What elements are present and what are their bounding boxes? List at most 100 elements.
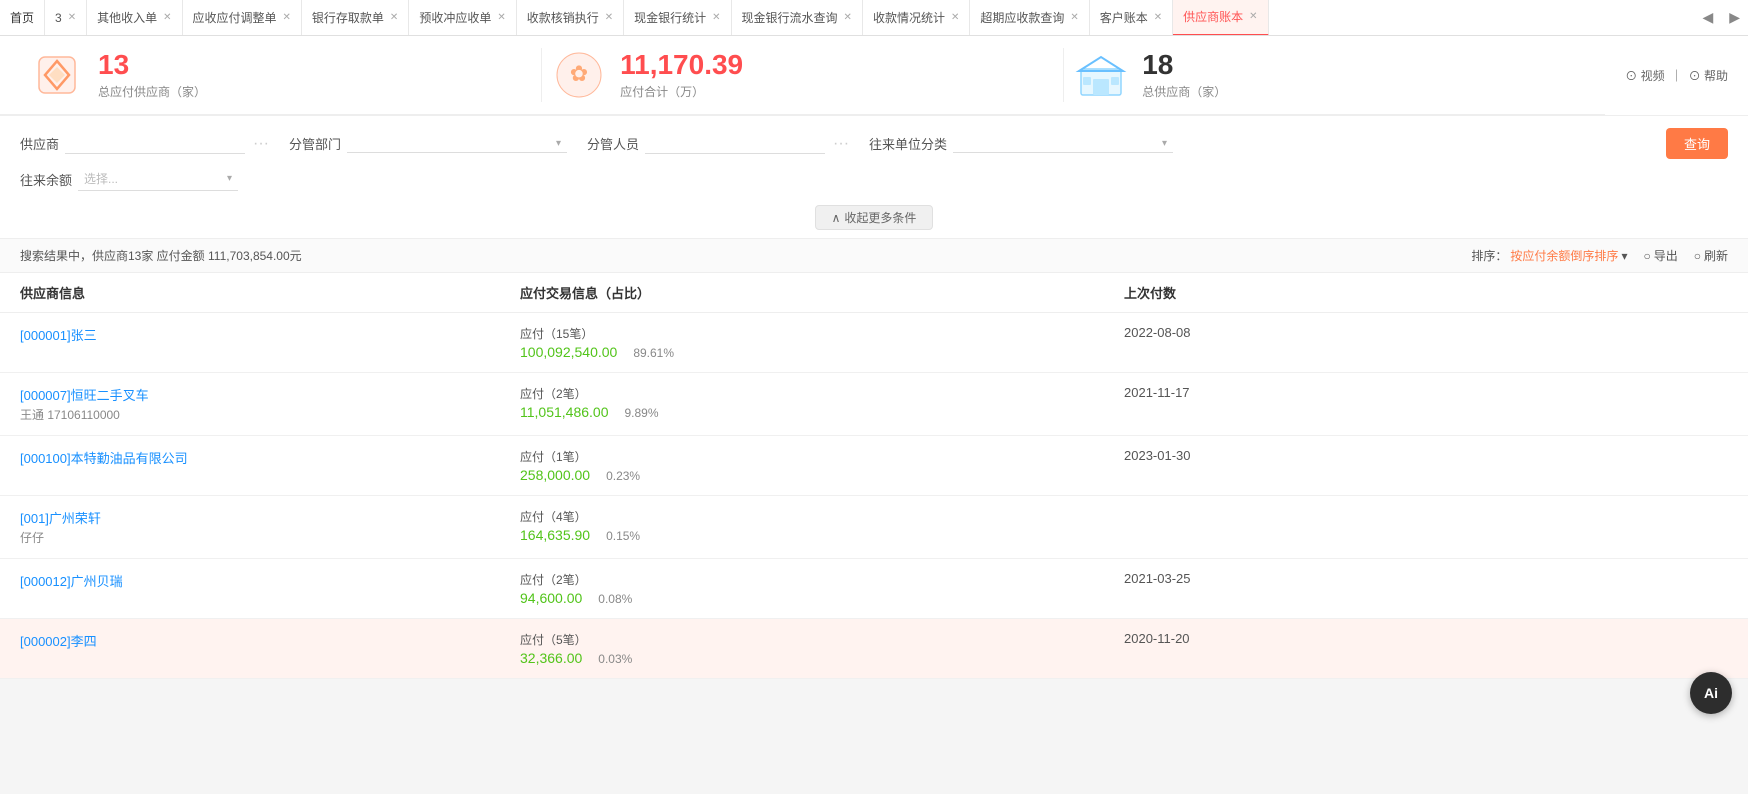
export-label: 导出: [1654, 247, 1678, 264]
collapse-label: 收起更多条件: [844, 209, 916, 226]
tx-label-000100: 应付（1笔）: [520, 448, 1124, 465]
balance-value: 选择...: [84, 170, 118, 187]
nav-tab-cash-stat[interactable]: 现金银行统计 ✕: [624, 0, 731, 36]
table-row: [000007]恒旺二手叉车 王通 17106110000 应付（2笔） 11,…: [0, 373, 1748, 436]
collapse-row: ∧ 收起更多条件: [20, 199, 1728, 230]
bank-label: 银行存取款单: [312, 9, 384, 26]
receive-stat-label: 收款情况统计: [873, 9, 945, 26]
sort-prefix: 排序：: [1471, 247, 1507, 264]
close-icon[interactable]: ✕: [1249, 11, 1257, 22]
stat-payable-suppliers-info: 13 总应付供应商（家）: [98, 50, 206, 100]
nav-tab-bank[interactable]: 银行存取款单 ✕: [302, 0, 409, 36]
tx-pct-000012: 0.08%: [598, 592, 632, 606]
dept-select[interactable]: ▾: [347, 135, 567, 153]
video-link[interactable]: ⊙ 视频: [1625, 67, 1664, 84]
refresh-icon: ○: [1694, 249, 1701, 263]
close-icon[interactable]: ✕: [68, 12, 76, 23]
supplier-info-000002: [000002]李四: [20, 631, 520, 650]
close-icon[interactable]: ✕: [390, 12, 398, 23]
tx-amount-000007: 11,051,486.00: [520, 404, 609, 420]
supplier-info-000012: [000012]广州贝瑞: [20, 571, 520, 590]
tx-label-000007: 应付（2笔）: [520, 385, 1124, 402]
close-icon[interactable]: ✕: [163, 12, 171, 23]
nav-tab-pre-receive[interactable]: 预收冲应收单 ✕: [409, 0, 516, 36]
supplier-name-000002: [000002]李四: [20, 631, 520, 650]
sort-arrow-icon[interactable]: ▾: [1621, 249, 1627, 263]
tab3-label: 3: [55, 11, 62, 25]
close-icon[interactable]: ✕: [283, 12, 291, 23]
nav-tab-3[interactable]: 3 ✕: [45, 0, 87, 36]
tx-label-000002: 应付（5笔）: [520, 631, 1124, 648]
supplier-link-000100[interactable]: [000100]本特勤油品有限公司: [20, 451, 188, 466]
close-icon[interactable]: ✕: [497, 12, 505, 23]
customer-ledger-label: 客户账本: [1100, 9, 1148, 26]
tx-label-000001: 应付（15笔）: [520, 325, 1124, 342]
supplier-link-000001[interactable]: [000001]张三: [20, 328, 97, 343]
nav-prev-arrow[interactable]: ◀: [1694, 9, 1721, 26]
balance-field: 往来余额 选择... ▾: [20, 167, 238, 191]
category-field: 往来单位分类 ▾: [869, 134, 1173, 153]
tx-row-000100: 258,000.00 0.23%: [520, 467, 1124, 483]
close-icon[interactable]: ✕: [1070, 12, 1078, 23]
person-input[interactable]: [645, 133, 825, 154]
collapse-up-icon: ∧: [832, 211, 841, 225]
balance-select[interactable]: 选择... ▾: [78, 167, 238, 191]
supplier-dots-icon[interactable]: ···: [253, 135, 269, 153]
refresh-button[interactable]: ○ 刷新: [1694, 247, 1728, 264]
supplier-link-001[interactable]: [001]广州荣轩: [20, 511, 101, 526]
tx-row-001: 164,635.90 0.15%: [520, 527, 1124, 543]
close-icon[interactable]: ✕: [844, 12, 852, 23]
search-button[interactable]: 查询: [1666, 128, 1728, 159]
tx-row-000012: 94,600.00 0.08%: [520, 590, 1124, 606]
supplier-link-000007[interactable]: [000007]恒旺二手叉车: [20, 388, 149, 403]
help-link[interactable]: ⊙ 帮助: [1689, 67, 1728, 84]
close-icon[interactable]: ✕: [712, 12, 720, 23]
stat-total-suppliers-number: 18: [1142, 50, 1226, 81]
last-pay-000012: 2021-03-25: [1124, 571, 1728, 586]
nav-next-arrow[interactable]: ▶: [1721, 9, 1748, 26]
nav-arrow-group: ◀ ▶: [1694, 9, 1748, 26]
stat-payable-amount-info: 11,170.39 应付合计（万）: [620, 50, 743, 100]
person-label: 分管人员: [587, 134, 639, 153]
supplier-label: 供应商: [20, 134, 59, 153]
nav-tab-customer-ledger[interactable]: 客户账本 ✕: [1090, 0, 1173, 36]
table-header: 供应商信息 应付交易信息（占比） 上次付数: [0, 273, 1748, 313]
supplier-info-000001: [000001]张三: [20, 325, 520, 344]
person-dots-icon[interactable]: ···: [833, 135, 849, 153]
export-icon: ○: [1643, 249, 1650, 263]
tx-label-001: 应付（4笔）: [520, 508, 1124, 525]
sort-value[interactable]: 按应付余额倒序排序: [1510, 247, 1618, 264]
collapse-button[interactable]: ∧ 收起更多条件: [815, 205, 934, 230]
nav-tab-other-income[interactable]: 其他收入单 ✕: [87, 0, 182, 36]
supplier-input[interactable]: [65, 133, 245, 154]
export-button[interactable]: ○ 导出: [1643, 247, 1677, 264]
tx-row-000002: 32,366.00 0.03%: [520, 650, 1124, 666]
supplier-link-000002[interactable]: [000002]李四: [20, 634, 97, 649]
supplier-name-000012: [000012]广州贝瑞: [20, 571, 520, 590]
tx-pct-000002: 0.03%: [598, 652, 632, 666]
table-row: [000001]张三 应付（15笔） 100,092,540.00 89.61%…: [0, 313, 1748, 373]
supplier-info-001: [001]广州荣轩 仔仔: [20, 508, 520, 546]
tx-info-000100: 应付（1笔） 258,000.00 0.23%: [520, 448, 1124, 483]
nav-tab-ar-ap-adj[interactable]: 应收应付调整单 ✕: [183, 0, 302, 36]
tx-amount-000002: 32,366.00: [520, 650, 582, 666]
category-select[interactable]: ▾: [953, 135, 1173, 153]
tx-info-000007: 应付（2笔） 11,051,486.00 9.89%: [520, 385, 1124, 420]
supplier-link-000012[interactable]: [000012]广州贝瑞: [20, 574, 123, 589]
pre-receive-label: 预收冲应收单: [419, 9, 491, 26]
ai-badge-label: Ai: [1704, 685, 1718, 701]
tx-amount-000001: 100,092,540.00: [520, 344, 617, 360]
nav-tab-supplier-ledger[interactable]: 供应商账本 ✕: [1173, 0, 1268, 36]
nav-tab-home[interactable]: 首页: [0, 0, 45, 36]
search-form: 供应商 ··· 分管部门 ▾ 分管人员 ··· 往来单位分类 ▾ 查询 往来: [0, 116, 1748, 239]
nav-tab-cash-flow[interactable]: 现金银行流水查询 ✕: [732, 0, 863, 36]
nav-tab-receive-stat[interactable]: 收款情况统计 ✕: [863, 0, 970, 36]
close-icon[interactable]: ✕: [605, 12, 613, 23]
nav-tab-overdue[interactable]: 超期应收款查询 ✕: [970, 0, 1089, 36]
nav-tab-receive-verify[interactable]: 收款核销执行 ✕: [517, 0, 624, 36]
last-pay-000001: 2022-08-08: [1124, 325, 1728, 340]
ai-badge[interactable]: Ai: [1690, 672, 1732, 714]
close-icon[interactable]: ✕: [951, 12, 959, 23]
tx-pct-000001: 89.61%: [633, 346, 674, 360]
close-icon[interactable]: ✕: [1154, 12, 1162, 23]
